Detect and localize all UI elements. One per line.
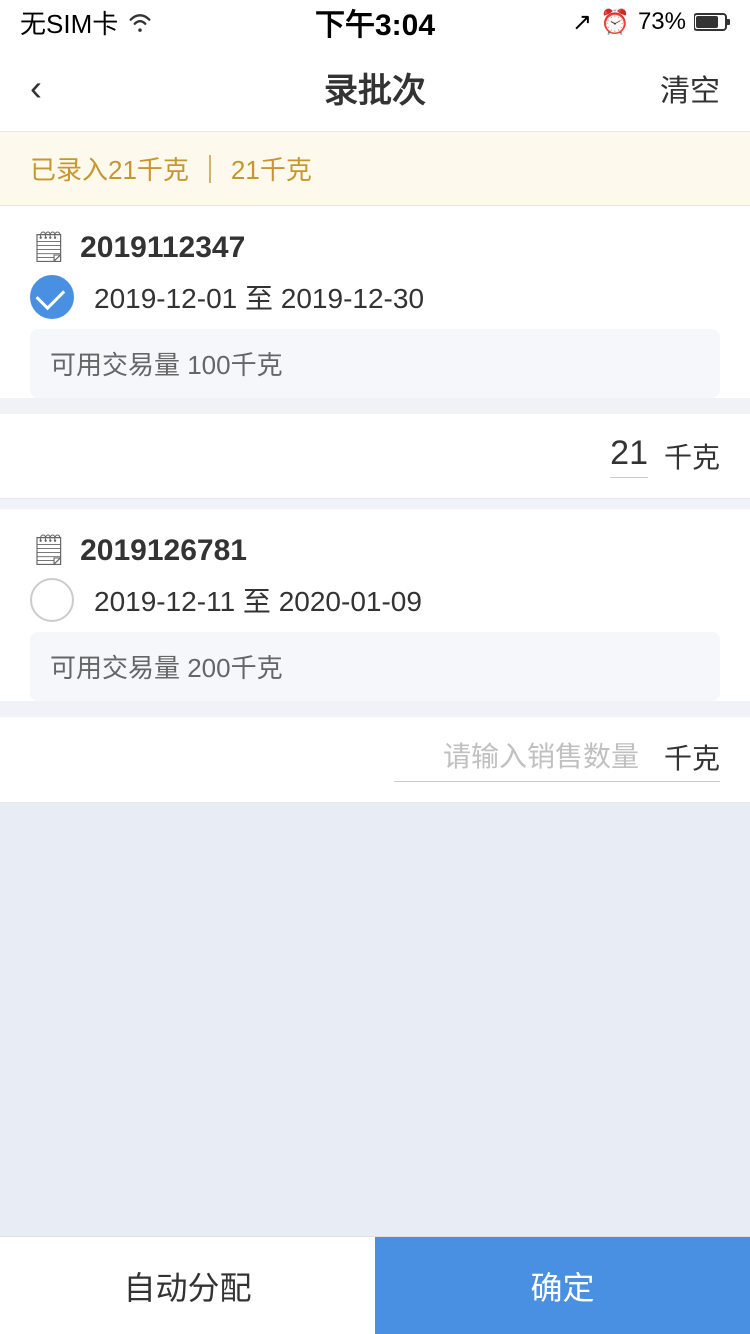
nav-bar: ‹ 录批次 清空 [0,44,750,132]
empty-area [0,803,750,1283]
page-title: 录批次 [324,63,426,112]
batch-card-1: 🗒 2019112347 2019-12-01 至 2019-12-30 可用交… [0,206,750,398]
auto-distribute-button[interactable]: 自动分配 [0,1237,375,1334]
confirm-button[interactable]: 确定 [375,1237,750,1334]
battery-text: 73% [638,8,686,36]
input-row-2: 千克 [0,717,750,803]
batch-date-row-1: 2019-12-01 至 2019-12-30 [0,275,750,329]
info-divider [209,155,211,183]
status-bar: 无SIM卡 下午3:04 ↗ ⏰ 73% [0,0,750,44]
quantity-row-1: 21 千克 [0,414,750,499]
battery-icon [694,12,730,32]
radio-select-1[interactable] [30,275,74,319]
status-time: 下午3:04 [315,0,435,44]
back-button[interactable]: ‹ [30,67,90,109]
input-underline-2: 千克 [394,737,720,782]
batch-header-1: 🗒 2019112347 [0,206,750,275]
bottom-bar: 自动分配 确定 [0,1236,750,1334]
info-banner: 已录入21千克 21千克 [0,132,750,206]
batch-icon-1: 🗒 [30,230,68,265]
batch-availability-2: 可用交易量 200千克 [30,632,720,701]
sales-quantity-input[interactable] [394,741,654,773]
batch-header-2: 🗒 2019126781 [0,509,750,578]
input-unit-2: 千克 [664,737,720,777]
wifi-icon [126,11,154,33]
status-right: ↗ ⏰ 73% [572,8,730,37]
availability-text-1: 可用交易量 100千克 [50,350,283,380]
radio-select-2[interactable] [30,578,74,622]
recorded-value: 21千克 [231,150,312,187]
batch-id-2: 2019126781 [80,534,247,568]
recorded-label: 已录入21千克 [30,150,189,187]
batch-date-1: 2019-12-01 至 2019-12-30 [94,277,424,317]
batch-date-2: 2019-12-11 至 2020-01-09 [94,580,422,620]
separator-1 [0,499,750,509]
alarm-icon: ⏰ [600,8,630,37]
carrier-text: 无SIM卡 [20,4,118,41]
quantity-value-1: 21 [610,434,648,478]
batch-icon-2: 🗒 [30,533,68,568]
location-icon: ↗ [572,8,592,37]
availability-text-2: 可用交易量 200千克 [50,653,283,683]
quantity-unit-1: 千克 [664,436,720,476]
batch-id-1: 2019112347 [80,231,245,265]
batch-date-row-2: 2019-12-11 至 2020-01-09 [0,578,750,632]
batch-card-2: 🗒 2019126781 2019-12-11 至 2020-01-09 可用交… [0,509,750,701]
status-left: 无SIM卡 [20,4,154,41]
batch-availability-1: 可用交易量 100千克 [30,329,720,398]
clear-button[interactable]: 清空 [660,66,720,110]
